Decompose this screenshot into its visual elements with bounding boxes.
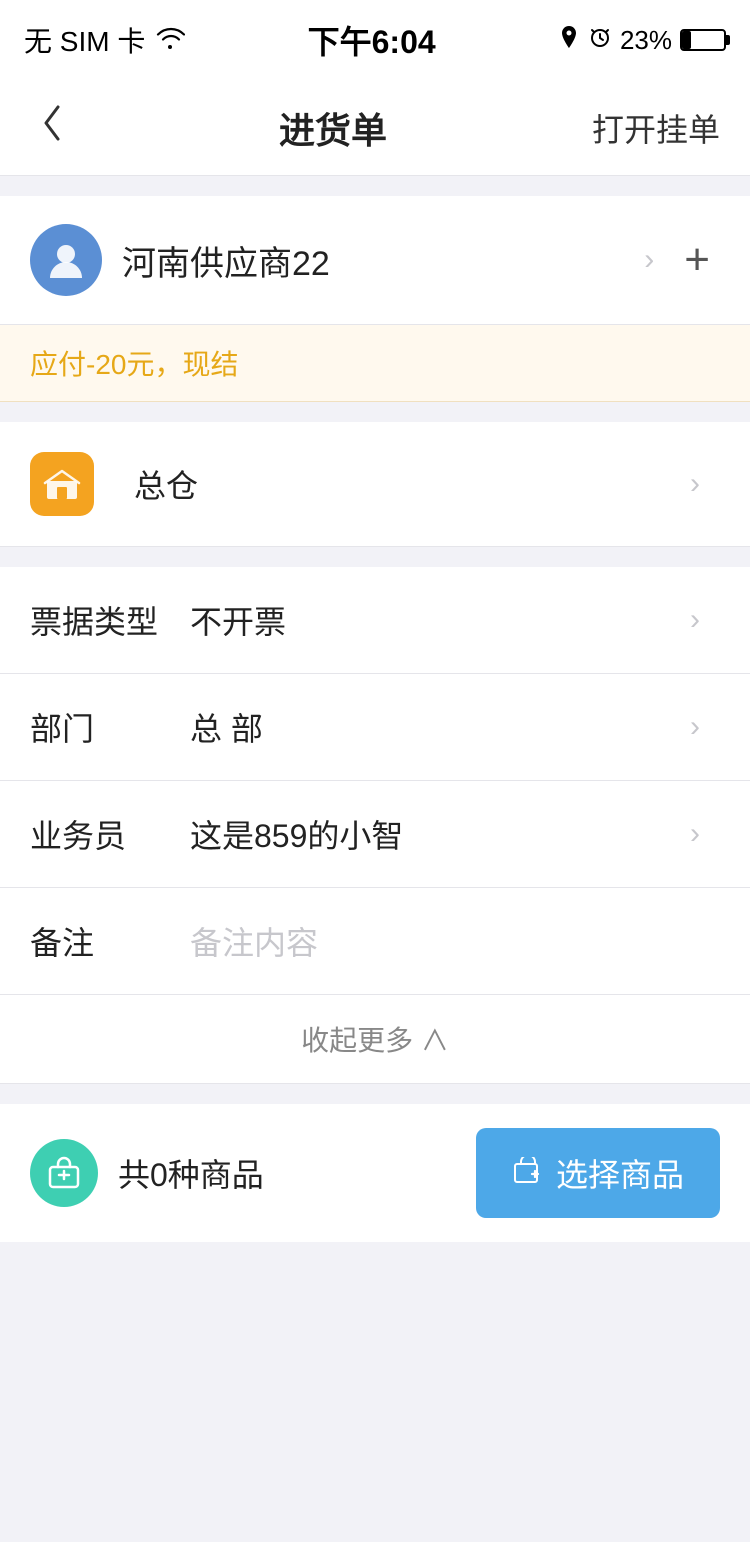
warehouse-name: 总仓 [114, 461, 690, 507]
dept-label: 部门 [30, 704, 170, 750]
form-section: 票据类型 不开票 › 部门 总 部 › 业务员 这是859的小智 › 备注 备注… [0, 567, 750, 1084]
salesman-chevron-icon: › [690, 817, 700, 851]
open-pending-button[interactable]: 打开挂单 [592, 105, 720, 151]
gap-1 [0, 176, 750, 196]
bottom-area [0, 1242, 750, 1542]
status-right: 23% [558, 25, 726, 56]
dept-value: 总 部 [170, 704, 690, 750]
goods-icon [30, 1139, 98, 1207]
status-time: 下午6:04 [308, 17, 436, 63]
location-icon [558, 25, 580, 56]
salesman-row[interactable]: 业务员 这是859的小智 › [0, 781, 750, 888]
gap-3 [0, 547, 750, 567]
remark-input[interactable]: 备注内容 [170, 918, 720, 964]
warehouse-chevron-icon: › [690, 467, 700, 501]
status-left: 无 SIM 卡 [24, 20, 185, 60]
remark-label: 备注 [30, 918, 170, 964]
supplier-name: 河南供应商22 [122, 236, 644, 285]
supplier-section: 河南供应商22 › + 应付-20元，现结 [0, 196, 750, 402]
battery-percent: 23% [620, 25, 672, 56]
warehouse-icon [30, 452, 94, 516]
battery-icon [680, 29, 726, 51]
add-supplier-button[interactable]: + [674, 235, 720, 285]
gap-4 [0, 1084, 750, 1104]
supplier-chevron-icon: › [644, 243, 654, 277]
notice-bar: 应付-20元，现结 [0, 325, 750, 402]
select-goods-button[interactable]: 选择商品 [476, 1128, 720, 1218]
dept-row[interactable]: 部门 总 部 › [0, 674, 750, 781]
warehouse-row[interactable]: 总仓 › [0, 422, 750, 547]
salesman-label: 业务员 [30, 811, 170, 857]
invoice-label: 票据类型 [30, 597, 170, 643]
warehouse-section: 总仓 › [0, 422, 750, 547]
gap-2 [0, 402, 750, 422]
alarm-icon [588, 25, 612, 56]
invoice-row[interactable]: 票据类型 不开票 › [0, 567, 750, 674]
bottom-bar: 共0种商品 选择商品 [0, 1104, 750, 1242]
nav-bar: 进货单 打开挂单 [0, 80, 750, 176]
carrier-text: 无 SIM 卡 [24, 20, 145, 60]
back-button[interactable] [30, 93, 74, 163]
status-bar: 无 SIM 卡 下午6:04 23% [0, 0, 750, 80]
remark-row[interactable]: 备注 备注内容 [0, 888, 750, 995]
page-title: 进货单 [279, 102, 387, 154]
invoice-value: 不开票 [170, 597, 690, 643]
notice-text: 应付-20元，现结 [30, 349, 238, 380]
dept-chevron-icon: › [690, 710, 700, 744]
goods-count: 共0种商品 [118, 1150, 476, 1196]
supplier-avatar [30, 224, 102, 296]
select-goods-label: 选择商品 [556, 1150, 684, 1196]
salesman-value: 这是859的小智 [170, 811, 690, 857]
invoice-chevron-icon: › [690, 603, 700, 637]
collapse-button[interactable]: 收起更多 ∧ [0, 995, 750, 1084]
wifi-icon [155, 24, 185, 56]
supplier-row[interactable]: 河南供应商22 › + [0, 196, 750, 325]
collapse-label: 收起更多 ∧ [301, 1019, 449, 1059]
